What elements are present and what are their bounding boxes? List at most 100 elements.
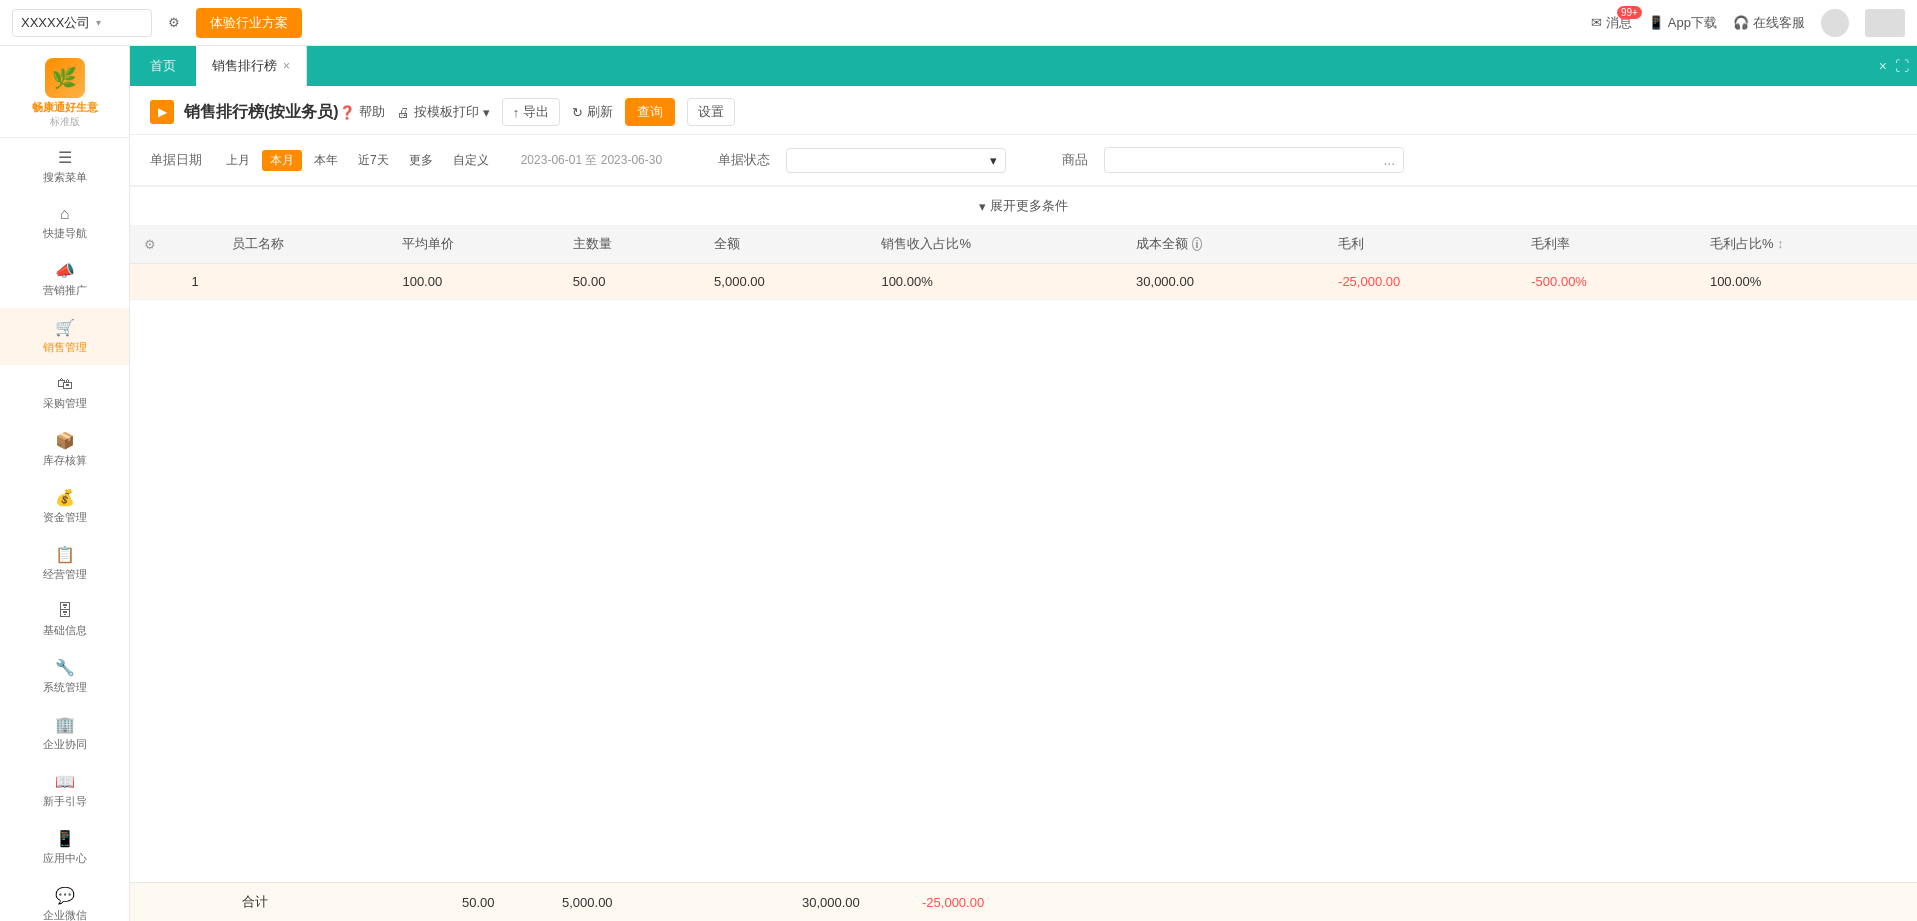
template-print-label: 按模板打印 xyxy=(414,103,479,121)
sidebar-item-finance[interactable]: 💰 资金管理 xyxy=(0,478,129,535)
sidebar-label-operations: 经营管理 xyxy=(43,567,87,582)
print-chevron-icon: ▾ xyxy=(483,105,490,120)
print-icon: 🖨 xyxy=(397,105,410,120)
tab-window-close-icon[interactable]: × xyxy=(1879,58,1887,74)
logo-icon: 🌿 xyxy=(45,58,85,98)
date-tab-this-month[interactable]: 本月 xyxy=(262,150,302,171)
avatar[interactable] xyxy=(1821,9,1849,37)
table-footer: 合计 50.00 5,000.00 30,000.00 -25,000.00 xyxy=(130,882,1917,921)
sidebar-label-sales: 销售管理 xyxy=(43,340,87,355)
col-avg-price: 平均单价 xyxy=(390,225,560,264)
topbar-settings-icon[interactable]: ⚙ xyxy=(160,9,188,37)
sidebar-item-shortcut[interactable]: ⌂ 快捷导航 xyxy=(0,195,129,251)
filter-row-date: 单据日期 上月 本月 本年 近7天 更多 自定义 2023-06-01 至 20… xyxy=(150,147,1897,173)
online-service-button[interactable]: 🎧 在线客服 xyxy=(1733,14,1805,32)
template-print-button[interactable]: 🖨 按模板打印 ▾ xyxy=(397,103,490,121)
home-icon: ⌂ xyxy=(60,205,70,223)
user-name xyxy=(1865,9,1905,37)
cart-icon: 🛒 xyxy=(55,318,75,337)
gross-pct-sort-icon[interactable]: ↕ xyxy=(1777,236,1784,251)
page-inner: ▶ 销售排行榜(按业务员) ❓ 帮助 🖨 按模板打印 ▾ xyxy=(130,86,1917,921)
app-download-button[interactable]: 📱 App下载 xyxy=(1648,14,1717,32)
megaphone-icon: 📣 xyxy=(55,261,75,280)
export-button[interactable]: ↑ 导出 xyxy=(502,98,561,126)
sidebar-label-enterprise: 企业协同 xyxy=(43,737,87,752)
tab-bar: 首页 销售排行榜 × × ⛶ xyxy=(130,46,1917,86)
sidebar-item-apps[interactable]: 📱 应用中心 xyxy=(0,819,129,876)
date-range: 2023-06-01 至 2023-06-30 xyxy=(521,152,662,169)
sidebar-item-basic[interactable]: 🗄 基础信息 xyxy=(0,592,129,648)
sidebar-item-inventory[interactable]: 📦 库存核算 xyxy=(0,421,129,478)
col-rank xyxy=(170,225,220,264)
date-tab-last-month[interactable]: 上月 xyxy=(218,150,258,171)
filter-area: 单据日期 上月 本月 本年 近7天 更多 自定义 2023-06-01 至 20… xyxy=(130,135,1917,186)
tab-window-expand-icon[interactable]: ⛶ xyxy=(1895,58,1909,74)
headset-icon: 🎧 xyxy=(1733,15,1749,30)
tab-home[interactable]: 首页 xyxy=(130,46,196,86)
data-table: ⚙ 员工名称 平均单价 主数量 全额 销售收入占比% 成本全额 i 毛利 xyxy=(130,225,1917,300)
notification-button[interactable]: ✉ 消息 99+ xyxy=(1591,14,1632,32)
col-gross: 毛利 xyxy=(1326,225,1519,264)
refresh-label: 刷新 xyxy=(587,103,613,121)
date-tab-more[interactable]: 更多 xyxy=(401,150,441,171)
table-header-row: ⚙ 员工名称 平均单价 主数量 全额 销售收入占比% 成本全额 i 毛利 xyxy=(130,225,1917,264)
company-selector[interactable]: XXXXX公司 ▾ xyxy=(12,9,152,37)
product-input[interactable]: ... xyxy=(1104,147,1404,173)
expand-more-button[interactable]: ▾ 展开更多条件 xyxy=(963,193,1084,219)
sidebar-label-finance: 资金管理 xyxy=(43,510,87,525)
sidebar-item-marketing[interactable]: 📣 营销推广 xyxy=(0,251,129,308)
status-select[interactable]: ▾ xyxy=(786,148,1006,173)
content-area: 首页 销售排行榜 × × ⛶ ▶ 销售排行 xyxy=(130,46,1917,921)
query-button[interactable]: 查询 xyxy=(625,98,675,126)
coin-icon: 💰 xyxy=(55,488,75,507)
row-employee xyxy=(220,264,390,300)
tab-sales-ranking[interactable]: 销售排行榜 × xyxy=(196,46,307,86)
footer-cost-amount: 30,000.00 xyxy=(802,895,922,910)
logo-title: 畅康通好生意 xyxy=(32,100,98,115)
sidebar-label-guide: 新手引导 xyxy=(43,794,87,809)
sidebar-item-sales[interactable]: 🛒 销售管理 xyxy=(0,308,129,365)
row-gross: -25,000.00 xyxy=(1326,264,1519,300)
tab-right-icons: × ⛶ xyxy=(1879,58,1917,74)
col-gross-pct: 毛利占比% ↕ xyxy=(1698,225,1917,264)
system-icon: 🔧 xyxy=(55,658,75,677)
logo-subtitle: 标准版 xyxy=(50,115,80,129)
page-nav-icon[interactable]: ▶ xyxy=(150,100,174,124)
enterprise-icon: 🏢 xyxy=(55,715,75,734)
footer-main-qty: 50.00 xyxy=(462,895,562,910)
tab-close-icon[interactable]: × xyxy=(283,59,290,73)
sidebar-item-purchase[interactable]: 🛍 采购管理 xyxy=(0,365,129,421)
sidebar-item-enterprise[interactable]: 🏢 企业协同 xyxy=(0,705,129,762)
trial-button[interactable]: 体验行业方案 xyxy=(196,8,302,38)
help-button[interactable]: ❓ 帮助 xyxy=(339,103,385,121)
cost-info-icon[interactable]: i xyxy=(1192,237,1202,251)
sidebar-item-wechat[interactable]: 💬 企业微信 xyxy=(0,876,129,921)
product-dots-icon[interactable]: ... xyxy=(1383,152,1395,168)
sidebar-label-inventory: 库存核算 xyxy=(43,453,87,468)
sidebar-item-search[interactable]: ☰ 搜索菜单 xyxy=(0,138,129,195)
row-sales-pct: 100.00% xyxy=(869,264,1124,300)
status-select-arrow: ▾ xyxy=(990,153,997,168)
database-icon: 🗄 xyxy=(57,602,73,620)
expand-more-label: 展开更多条件 xyxy=(990,197,1068,215)
clipboard-icon: 📋 xyxy=(55,545,75,564)
col-gross-rate: 毛利率 xyxy=(1519,225,1698,264)
sidebar-item-system[interactable]: 🔧 系统管理 xyxy=(0,648,129,705)
col-settings[interactable]: ⚙ xyxy=(130,225,170,264)
col-main-qty: 主数量 xyxy=(561,225,702,264)
footer-gross: -25,000.00 xyxy=(922,895,1042,910)
col-sales-pct: 销售收入占比% xyxy=(869,225,1124,264)
sidebar-item-operations[interactable]: 📋 经营管理 xyxy=(0,535,129,592)
refresh-button[interactable]: ↻ 刷新 xyxy=(572,103,613,121)
row-gross-pct: 100.00% xyxy=(1698,264,1917,300)
settings-button[interactable]: 设置 xyxy=(687,98,735,126)
chevron-down-icon: ▾ xyxy=(96,17,101,28)
sidebar-label-purchase: 采购管理 xyxy=(43,396,87,411)
date-tab-this-year[interactable]: 本年 xyxy=(306,150,346,171)
date-tab-7days[interactable]: 近7天 xyxy=(350,150,397,171)
sidebar-item-guide[interactable]: 📖 新手引导 xyxy=(0,762,129,819)
date-tab-custom[interactable]: 自定义 xyxy=(445,150,497,171)
page-header: ▶ 销售排行榜(按业务员) ❓ 帮助 🖨 按模板打印 ▾ xyxy=(130,86,1917,135)
wechat-icon: 💬 xyxy=(55,886,75,905)
top-bar: XXXXX公司 ▾ ⚙ 体验行业方案 ✉ 消息 99+ 📱 App下载 🎧 在线… xyxy=(0,0,1917,46)
